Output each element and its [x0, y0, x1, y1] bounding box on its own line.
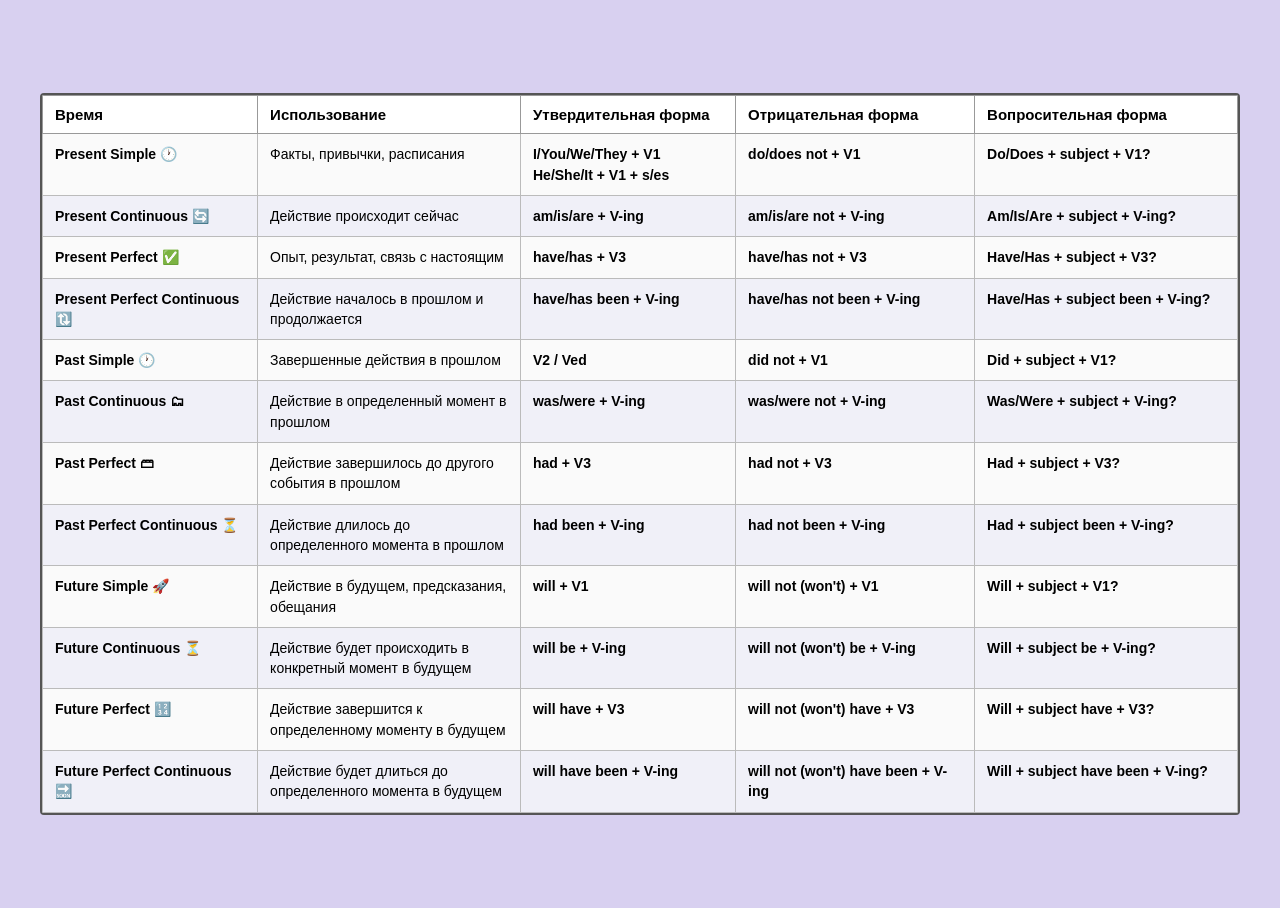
- cell-use: Действие будет длиться до определенного …: [258, 751, 521, 813]
- cell-question: Did + subject + V1?: [975, 340, 1238, 381]
- table-row: Present Perfect Continuous 🔃Действие нач…: [43, 278, 1238, 340]
- cell-use: Опыт, результат, связь с настоящим: [258, 237, 521, 278]
- cell-negative: will not (won't) have been + V-ing: [736, 751, 975, 813]
- cell-use: Действие длилось до определенного момент…: [258, 504, 521, 566]
- header-use: Использование: [258, 96, 521, 134]
- cell-affirmative: am/is/are + V-ing: [520, 195, 735, 236]
- table-row: Future Simple 🚀Действие в будущем, предс…: [43, 566, 1238, 628]
- cell-negative: will not (won't) + V1: [736, 566, 975, 628]
- cell-tense: Past Continuous 🗂: [43, 381, 258, 443]
- cell-tense: Present Simple 🕐: [43, 134, 258, 196]
- table-row: Present Perfect ✅Опыт, результат, связь …: [43, 237, 1238, 278]
- header-affirmative: Утвердительная форма: [520, 96, 735, 134]
- cell-use: Действие в будущем, предсказания, обещан…: [258, 566, 521, 628]
- cell-affirmative: have/has + V3: [520, 237, 735, 278]
- header-negative: Отрицательная форма: [736, 96, 975, 134]
- cell-question: Will + subject have been + V-ing?: [975, 751, 1238, 813]
- cell-tense: Present Continuous 🔄: [43, 195, 258, 236]
- cell-affirmative: will have been + V-ing: [520, 751, 735, 813]
- cell-question: Will + subject have + V3?: [975, 689, 1238, 751]
- cell-affirmative: will be + V-ing: [520, 627, 735, 689]
- cell-question: Have/Has + subject been + V-ing?: [975, 278, 1238, 340]
- cell-tense: Future Continuous ⏳: [43, 627, 258, 689]
- cell-question: Had + subject + V3?: [975, 443, 1238, 505]
- cell-use: Действие в определенный момент в прошлом: [258, 381, 521, 443]
- header-tense: Время: [43, 96, 258, 134]
- cell-affirmative: had + V3: [520, 443, 735, 505]
- cell-affirmative: have/has been + V-ing: [520, 278, 735, 340]
- cell-question: Was/Were + subject + V-ing?: [975, 381, 1238, 443]
- cell-negative: will not (won't) have + V3: [736, 689, 975, 751]
- cell-negative: am/is/are not + V-ing: [736, 195, 975, 236]
- cell-question: Had + subject been + V-ing?: [975, 504, 1238, 566]
- table-row: Present Continuous 🔄Действие происходит …: [43, 195, 1238, 236]
- cell-negative: do/does not + V1: [736, 134, 975, 196]
- cell-affirmative: I/You/We/They + V1He/She/It + V1 + s/es: [520, 134, 735, 196]
- cell-affirmative: was/were + V-ing: [520, 381, 735, 443]
- table-row: Future Continuous ⏳Действие будет происх…: [43, 627, 1238, 689]
- cell-negative: have/has not been + V-ing: [736, 278, 975, 340]
- cell-question: Am/Is/Are + subject + V-ing?: [975, 195, 1238, 236]
- cell-use: Действие началось в прошлом и продолжает…: [258, 278, 521, 340]
- table-row: Present Simple 🕐Факты, привычки, расписа…: [43, 134, 1238, 196]
- cell-affirmative: V2 / Ved: [520, 340, 735, 381]
- cell-affirmative: will + V1: [520, 566, 735, 628]
- grammar-table-wrapper: Время Использование Утвердительная форма…: [40, 93, 1240, 814]
- table-row: Past Continuous 🗂Действие в определенный…: [43, 381, 1238, 443]
- cell-negative: did not + V1: [736, 340, 975, 381]
- cell-use: Факты, привычки, расписания: [258, 134, 521, 196]
- cell-use: Действие будет происходить в конкретный …: [258, 627, 521, 689]
- cell-use: Действие завершилось до другого события …: [258, 443, 521, 505]
- grammar-table: Время Использование Утвердительная форма…: [42, 95, 1238, 812]
- cell-use: Действие завершится к определенному моме…: [258, 689, 521, 751]
- cell-tense: Future Perfect 🔢: [43, 689, 258, 751]
- cell-affirmative: had been + V-ing: [520, 504, 735, 566]
- cell-question: Will + subject + V1?: [975, 566, 1238, 628]
- table-row: Future Perfect Continuous 🔜Действие буде…: [43, 751, 1238, 813]
- cell-tense: Present Perfect ✅: [43, 237, 258, 278]
- cell-question: Do/Does + subject + V1?: [975, 134, 1238, 196]
- cell-tense: Future Perfect Continuous 🔜: [43, 751, 258, 813]
- cell-affirmative: will have + V3: [520, 689, 735, 751]
- cell-tense: Future Simple 🚀: [43, 566, 258, 628]
- table-row: Past Perfect Continuous ⏳Действие длилос…: [43, 504, 1238, 566]
- cell-negative: will not (won't) be + V-ing: [736, 627, 975, 689]
- table-row: Past Perfect 🗃Действие завершилось до др…: [43, 443, 1238, 505]
- cell-tense: Past Perfect Continuous ⏳: [43, 504, 258, 566]
- cell-use: Завершенные действия в прошлом: [258, 340, 521, 381]
- table-header-row: Время Использование Утвердительная форма…: [43, 96, 1238, 134]
- cell-tense: Present Perfect Continuous 🔃: [43, 278, 258, 340]
- table-row: Future Perfect 🔢Действие завершится к оп…: [43, 689, 1238, 751]
- cell-question: Will + subject be + V-ing?: [975, 627, 1238, 689]
- cell-tense: Past Simple 🕐: [43, 340, 258, 381]
- header-question: Вопросительная форма: [975, 96, 1238, 134]
- cell-negative: have/has not + V3: [736, 237, 975, 278]
- cell-use: Действие происходит сейчас: [258, 195, 521, 236]
- cell-negative: was/were not + V-ing: [736, 381, 975, 443]
- cell-negative: had not + V3: [736, 443, 975, 505]
- cell-question: Have/Has + subject + V3?: [975, 237, 1238, 278]
- table-row: Past Simple 🕐Завершенные действия в прош…: [43, 340, 1238, 381]
- cell-tense: Past Perfect 🗃: [43, 443, 258, 505]
- cell-negative: had not been + V-ing: [736, 504, 975, 566]
